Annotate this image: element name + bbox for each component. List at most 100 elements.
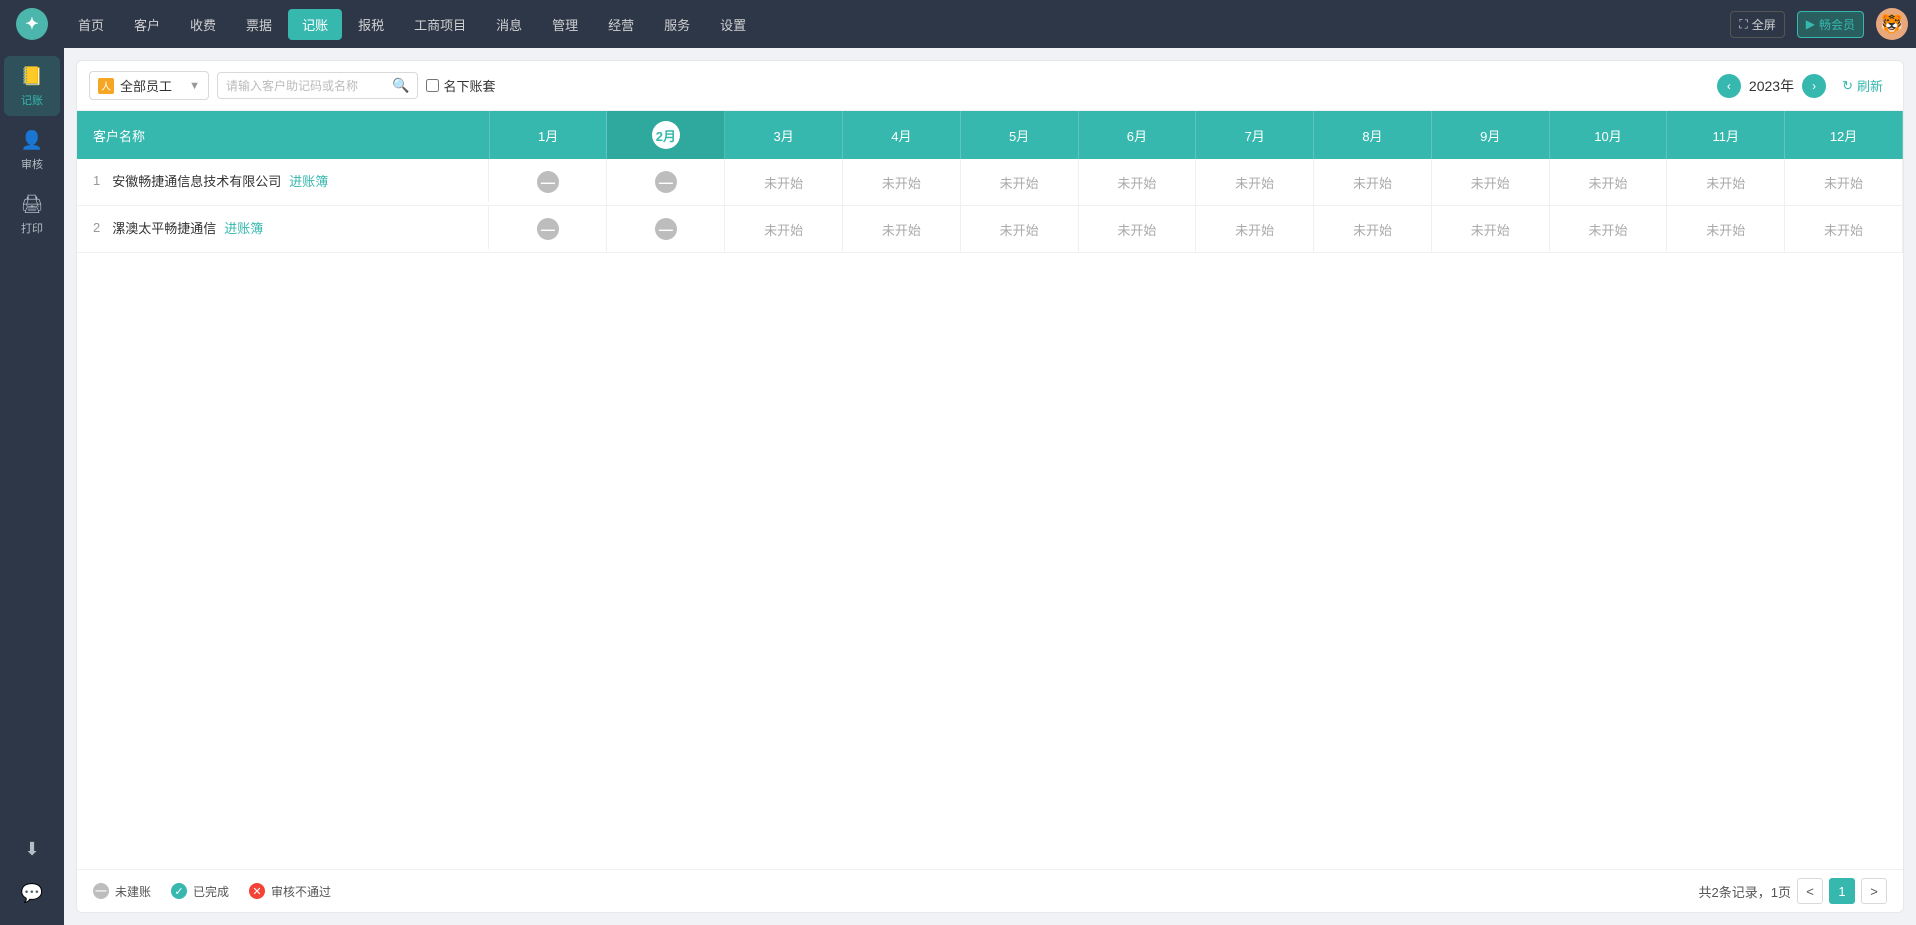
cell-month-7: 未开始 (1196, 206, 1314, 253)
nav-item-invoice[interactable]: 票据 (232, 9, 286, 40)
my-accounts-checkbox-label[interactable]: 名下账套 (426, 76, 495, 95)
sidebar-item-bookkeeping[interactable]: 📒 记账 (4, 56, 60, 116)
status-not-started-text: 未开始 (1235, 176, 1274, 191)
legend-not-built: — 未建账 (93, 883, 151, 900)
status-dash-icon: — (655, 171, 677, 193)
support-icon: 💬 (20, 881, 44, 905)
nav-right: ⛶ 全屏 ▶ 畅会员 🐯 (1730, 8, 1908, 40)
enter-account-link[interactable]: 进账簿 (224, 218, 263, 237)
header-month-11: 11月 (1667, 111, 1785, 159)
nav-item-message[interactable]: 消息 (482, 9, 536, 40)
cell-month-11: 未开始 (1667, 159, 1785, 206)
status-not-started-text: 未开始 (882, 176, 921, 191)
header-month-10: 10月 (1549, 111, 1667, 159)
year-prev-button[interactable]: ‹ (1717, 74, 1741, 98)
download-icon: ⬇ (20, 837, 44, 861)
status-not-started-text: 未开始 (1117, 176, 1156, 191)
sidebar: 📒 记账 👤 审核 🖨 打印 ⬇ 💬 (0, 48, 64, 925)
nav-item-manage[interactable]: 管理 (538, 9, 592, 40)
header-month-12: 12月 (1785, 111, 1903, 159)
search-input[interactable] (226, 79, 386, 93)
cell-month-10: 未开始 (1549, 159, 1667, 206)
vip-label: 畅会员 (1819, 16, 1855, 33)
header-month-6: 6月 (1078, 111, 1196, 159)
sidebar-item-support[interactable]: 💬 (4, 873, 60, 913)
page-1-button[interactable]: 1 (1829, 878, 1855, 904)
status-dash-icon: — (655, 218, 677, 240)
nav-item-operation[interactable]: 经营 (594, 9, 648, 40)
header-month-1: 1月 (489, 111, 607, 159)
header-month-9: 9月 (1431, 111, 1549, 159)
fullscreen-label: 全屏 (1752, 16, 1776, 33)
status-not-started-text: 未开始 (1588, 176, 1627, 191)
header-month-3: 3月 (725, 111, 843, 159)
nav-item-tax[interactable]: 报税 (344, 9, 398, 40)
vip-button[interactable]: ▶ 畅会员 (1797, 11, 1864, 38)
nav-item-service[interactable]: 服务 (650, 9, 704, 40)
refresh-button[interactable]: ↻ 刷新 (1834, 72, 1891, 99)
status-not-started-text: 未开始 (1706, 176, 1745, 191)
status-not-started-text: 未开始 (1588, 223, 1627, 238)
cell-month-5: 未开始 (960, 159, 1078, 206)
refresh-label: 刷新 (1857, 76, 1883, 95)
status-dash-icon: — (537, 171, 559, 193)
page-next-button[interactable]: > (1861, 878, 1887, 904)
nav-item-bookkeeping[interactable]: 记账 (288, 9, 342, 40)
nav-item-home[interactable]: 首页 (64, 9, 118, 40)
cell-month-6: 未开始 (1078, 206, 1196, 253)
legend-rejected: ✕ 审核不通过 (249, 883, 331, 900)
search-button[interactable]: 🔍 (392, 77, 409, 94)
cell-month-11: 未开始 (1667, 206, 1785, 253)
header-client-name: 客户名称 (77, 111, 489, 159)
status-not-started-text: 未开始 (764, 176, 803, 191)
nav-item-settings[interactable]: 设置 (706, 9, 760, 40)
cell-month-2: — (607, 159, 725, 206)
year-nav: ‹ 2023年 › (1717, 74, 1826, 98)
cell-month-12: 未开始 (1785, 206, 1903, 253)
main-card: 人 全部员工 ▼ 🔍 名下账套 ‹ 2023年 › (76, 60, 1904, 913)
legend-teal-icon: ✓ (171, 883, 187, 899)
status-dash-icon: — (537, 218, 559, 240)
top-nav: ✦ 首页 客户 收费 票据 记账 报税 工商项目 消息 管理 经营 服务 设置 … (0, 0, 1916, 48)
status-not-started-text: 未开始 (1353, 176, 1392, 191)
table-row: 1安徽畅捷通信息技术有限公司进账簿——未开始未开始未开始未开始未开始未开始未开始… (77, 159, 1903, 206)
cell-month-8: 未开始 (1314, 206, 1432, 253)
app-logo: ✦ (8, 8, 56, 40)
status-not-started-text: 未开始 (882, 223, 921, 238)
enter-account-link[interactable]: 进账簿 (289, 171, 328, 190)
status-not-started-text: 未开始 (1117, 223, 1156, 238)
nav-item-fee[interactable]: 收费 (176, 9, 230, 40)
avatar[interactable]: 🐯 (1876, 8, 1908, 40)
sidebar-item-bookkeeping-label: 记账 (21, 92, 43, 108)
cell-month-1: — (489, 159, 607, 206)
cell-month-5: 未开始 (960, 206, 1078, 253)
sidebar-item-audit[interactable]: 👤 审核 (4, 120, 60, 180)
sidebar-item-download[interactable]: ⬇ (4, 829, 60, 869)
my-accounts-checkbox[interactable] (426, 79, 439, 92)
status-not-started-text: 未开始 (1235, 223, 1274, 238)
cell-month-8: 未开始 (1314, 159, 1432, 206)
sidebar-item-print[interactable]: 🖨 打印 (4, 184, 60, 244)
cell-month-10: 未开始 (1549, 206, 1667, 253)
fullscreen-icon: ⛶ (1739, 17, 1747, 32)
nav-item-client[interactable]: 客户 (120, 9, 174, 40)
cell-month-2: — (607, 206, 725, 253)
page-prev-button[interactable]: < (1797, 878, 1823, 904)
header-month-2: 2月 (607, 111, 725, 159)
row-number: 2 (93, 220, 100, 235)
client-name-text: 漯澳太平畅捷通信 (112, 218, 216, 237)
year-next-button[interactable]: › (1802, 74, 1826, 98)
cell-month-9: 未开始 (1431, 206, 1549, 253)
audit-icon: 👤 (20, 128, 44, 152)
status-not-started-text: 未开始 (1824, 176, 1863, 191)
employee-select[interactable]: 人 全部员工 ▼ (89, 71, 209, 100)
total-records: 共2条记录，1页 (1699, 882, 1791, 901)
nav-item-business[interactable]: 工商项目 (400, 9, 480, 40)
bookkeeping-icon: 📒 (20, 64, 44, 88)
year-display: 2023年 (1749, 76, 1794, 96)
footer: — 未建账 ✓ 已完成 ✕ 审核不通过 共2条记录，1页 < 1 > (77, 869, 1903, 912)
fullscreen-button[interactable]: ⛶ 全屏 (1730, 11, 1784, 38)
legend-completed-label: 已完成 (193, 883, 229, 900)
table-header-row: 客户名称 1月 2月 3月 4月 5月 6月 7月 8月 9月 10月 11月 (77, 111, 1903, 159)
status-not-started-text: 未开始 (1471, 176, 1510, 191)
